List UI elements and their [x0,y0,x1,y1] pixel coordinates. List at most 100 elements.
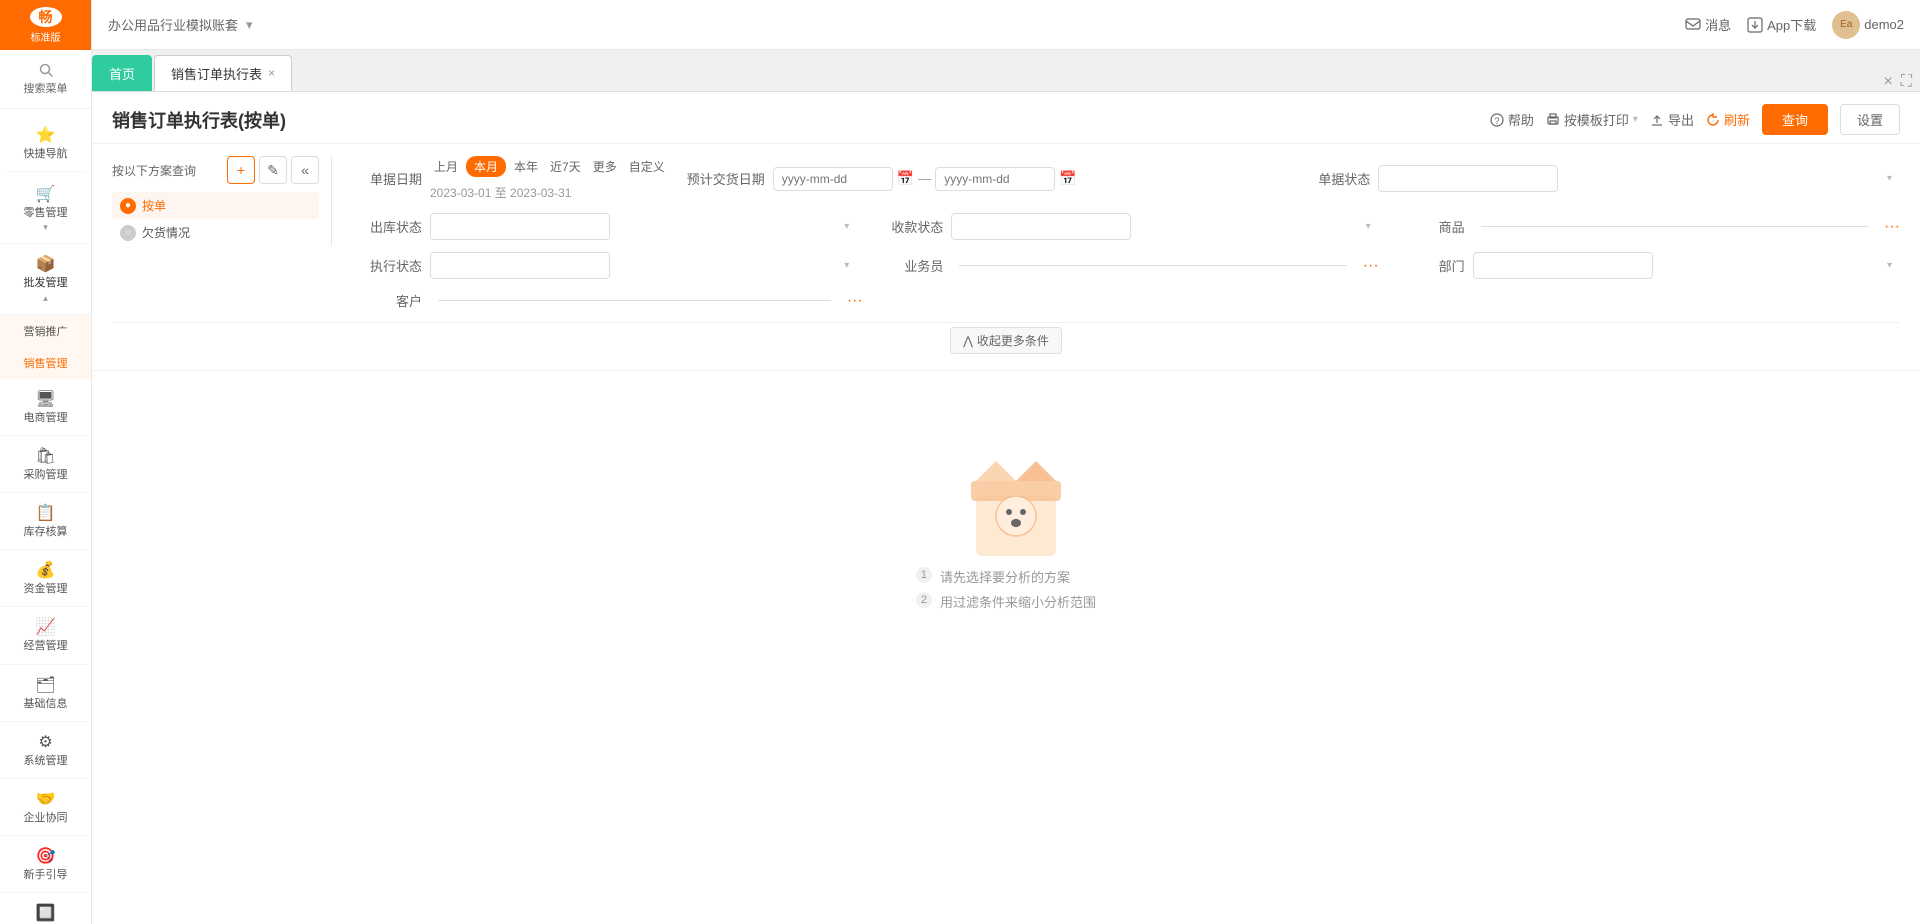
filter-expected-date-item: 预计交货日期 📅 — 📅 [685,167,1285,191]
tab-home[interactable]: 首页 [92,55,152,91]
help-button[interactable]: ? 帮助 [1490,110,1534,129]
ecommerce-icon: 🖥 [35,389,55,409]
tabs-bar: 首页 销售订单执行表 × × ⛶ [92,50,1920,92]
sidebar-item-retail[interactable]: 🛒 零售管理 ▾ [0,174,91,244]
app-download-button[interactable]: App下载 [1747,15,1816,34]
expected-date-end[interactable] [935,167,1055,191]
collapse-more-row: ⋀ 收起更多条件 [112,322,1900,358]
plan-item-by-order[interactable]: ● 按单 [112,192,319,219]
order-status-select[interactable] [1378,165,1558,192]
sidebar-item-inventory[interactable]: 📋 库存核算 [0,493,91,550]
dropdown-icon[interactable]: ▾ [246,17,253,33]
collapse-more-button[interactable]: ⋀ 收起更多条件 [950,327,1062,354]
search-menu-button[interactable]: 搜索菜单 [6,58,85,100]
guide-icon: 🎯 [36,846,56,866]
date-tab-this-month[interactable]: 本月 [466,156,506,177]
user-menu[interactable]: Ea demo2 [1832,11,1904,39]
page-content: 销售订单执行表(按单) ? 帮助 [92,92,1920,924]
execution-status-select[interactable] [430,252,610,279]
delivery-status-select[interactable] [430,213,610,240]
date-tab-7days[interactable]: 近7天 [546,156,585,177]
print-button[interactable]: 按模板打印 ▾ [1546,110,1638,129]
delivery-status-label: 出库状态 [352,217,422,236]
order-status-arrow-icon: ▾ [1887,173,1892,184]
collapse-plan-button[interactable]: « [291,156,319,184]
expected-date-inputs: 📅 — 📅 [773,167,1077,191]
header-right: 消息 App下载 Ea demo2 [1685,11,1904,39]
date-tab-last-month[interactable]: 上月 [430,156,462,177]
export-button[interactable]: 导出 [1650,110,1694,129]
payment-status-select[interactable] [951,213,1131,240]
page-title-bar: 销售订单执行表(按单) ? 帮助 [92,92,1920,144]
inventory-icon: 📋 [36,503,56,523]
calendar-end-icon[interactable]: 📅 [1059,170,1076,187]
order-status-label: 单据状态 [1300,169,1370,188]
sidebar-item-collaboration[interactable]: 🤝 企业协同 [0,779,91,836]
department-arrow-icon: ▾ [1887,260,1892,271]
logo-icon: 畅 [30,7,62,27]
date-tab-more[interactable]: 更多 [589,156,621,177]
sidebar-item-basic-info[interactable]: 🗂 基础信息 [0,665,91,722]
department-select[interactable] [1473,252,1653,279]
export-icon [1650,113,1664,127]
collaboration-icon: 🤝 [36,789,56,809]
filter-payment-status-item: 收款状态 ▾ [873,213,1378,240]
plan-inactive-icon: ○ [120,225,136,241]
filter-plan-title: 按以下方案查询 [112,162,196,179]
sidebar-item-system[interactable]: ⚙ 系统管理 [0,722,91,779]
quick-nav-icon: ⭐ [36,125,56,145]
sidebar-item-finance[interactable]: 💰 资金管理 [0,550,91,607]
sidebar-item-purchase[interactable]: 🛍 采购管理 [0,436,91,493]
tab-close-icon[interactable]: × [268,66,275,80]
filter-department-item: 部门 ▾ [1395,252,1900,279]
wholesale-submenu: 营销推广 销售管理 [0,315,91,379]
tabs-right-actions: × ⛶ [1883,73,1920,91]
sidebar-subitem-sales[interactable]: 销售管理 [0,347,91,379]
settings-button[interactable]: 设置 [1840,104,1900,135]
search-icon [38,62,54,78]
page-title: 销售订单执行表(按单) [112,107,286,133]
download-icon [1747,17,1763,33]
sidebar-item-wholesale[interactable]: 📦 批发管理 ▴ [0,244,91,314]
add-plan-button[interactable]: + [227,156,255,184]
page-actions: ? 帮助 按模板打印 ▾ [1490,104,1900,135]
date-tab-custom[interactable]: 自定义 [625,156,669,177]
print-icon [1546,113,1560,127]
tab-sales-order[interactable]: 销售订单执行表 × [154,55,292,91]
empty-hint-2: 用过滤条件来缩小分析范围 [916,592,1096,611]
expected-date-start[interactable] [773,167,893,191]
execution-arrow-icon: ▾ [844,260,849,271]
customer-picker-button[interactable]: ··· [847,292,863,310]
delivery-arrow-icon: ▾ [844,221,849,232]
refresh-button[interactable]: 刷新 [1706,110,1750,129]
print-chevron-icon: ▾ [1633,114,1638,125]
window-close-button[interactable]: × [1883,73,1892,91]
sidebar-item-operations[interactable]: 📈 经营管理 [0,607,91,664]
sidebar-item-app-center[interactable]: 🔲 应用中心 [0,893,91,924]
sidebar-quick-nav[interactable]: ⭐ 快捷导航 [4,115,87,172]
execution-status-label: 执行状态 [352,256,422,275]
filter-delivery-status-item: 出库状态 ▾ [352,213,857,240]
main-area: 办公用品行业模拟账套 ▾ 消息 App下载 E [92,0,1920,924]
filter-plan-selector: 按以下方案查询 + ✎ « ● 按单 ○ [112,156,332,246]
chevron-down-icon: ▾ [43,222,48,233]
query-button[interactable]: 查询 [1762,104,1828,135]
plan-item-shortage[interactable]: ○ 欠货情况 [112,219,319,246]
empty-hint-1: 请先选择要分析的方案 [916,567,1096,586]
empty-hints: 请先选择要分析的方案 用过滤条件来缩小分析范围 [916,567,1096,617]
department-select-wrap: ▾ [1473,252,1900,279]
message-button[interactable]: 消息 [1685,15,1731,34]
edit-plan-button[interactable]: ✎ [259,156,287,184]
date-tab-this-year[interactable]: 本年 [510,156,542,177]
salesperson-picker-button[interactable]: ··· [1363,257,1379,275]
calendar-start-icon[interactable]: 📅 [897,170,914,187]
svg-text:?: ? [1494,116,1499,126]
sidebar-item-guide[interactable]: 🎯 新手引导 [0,836,91,893]
empty-state: 请先选择要分析的方案 用过滤条件来缩小分析范围 [92,371,1920,697]
sidebar-item-ecommerce[interactable]: 🖥 电商管理 [0,379,91,436]
finance-icon: 💰 [36,560,56,580]
sidebar: 畅 标准版 搜索菜单 ⭐ 快捷导航 🛒 零售管理 ▾ 📦 批发管理 ▴ [0,0,92,924]
sidebar-subitem-marketing[interactable]: 营销推广 [0,315,91,347]
window-expand-button[interactable]: ⛶ [1901,73,1912,91]
product-picker-button[interactable]: ··· [1884,218,1900,236]
